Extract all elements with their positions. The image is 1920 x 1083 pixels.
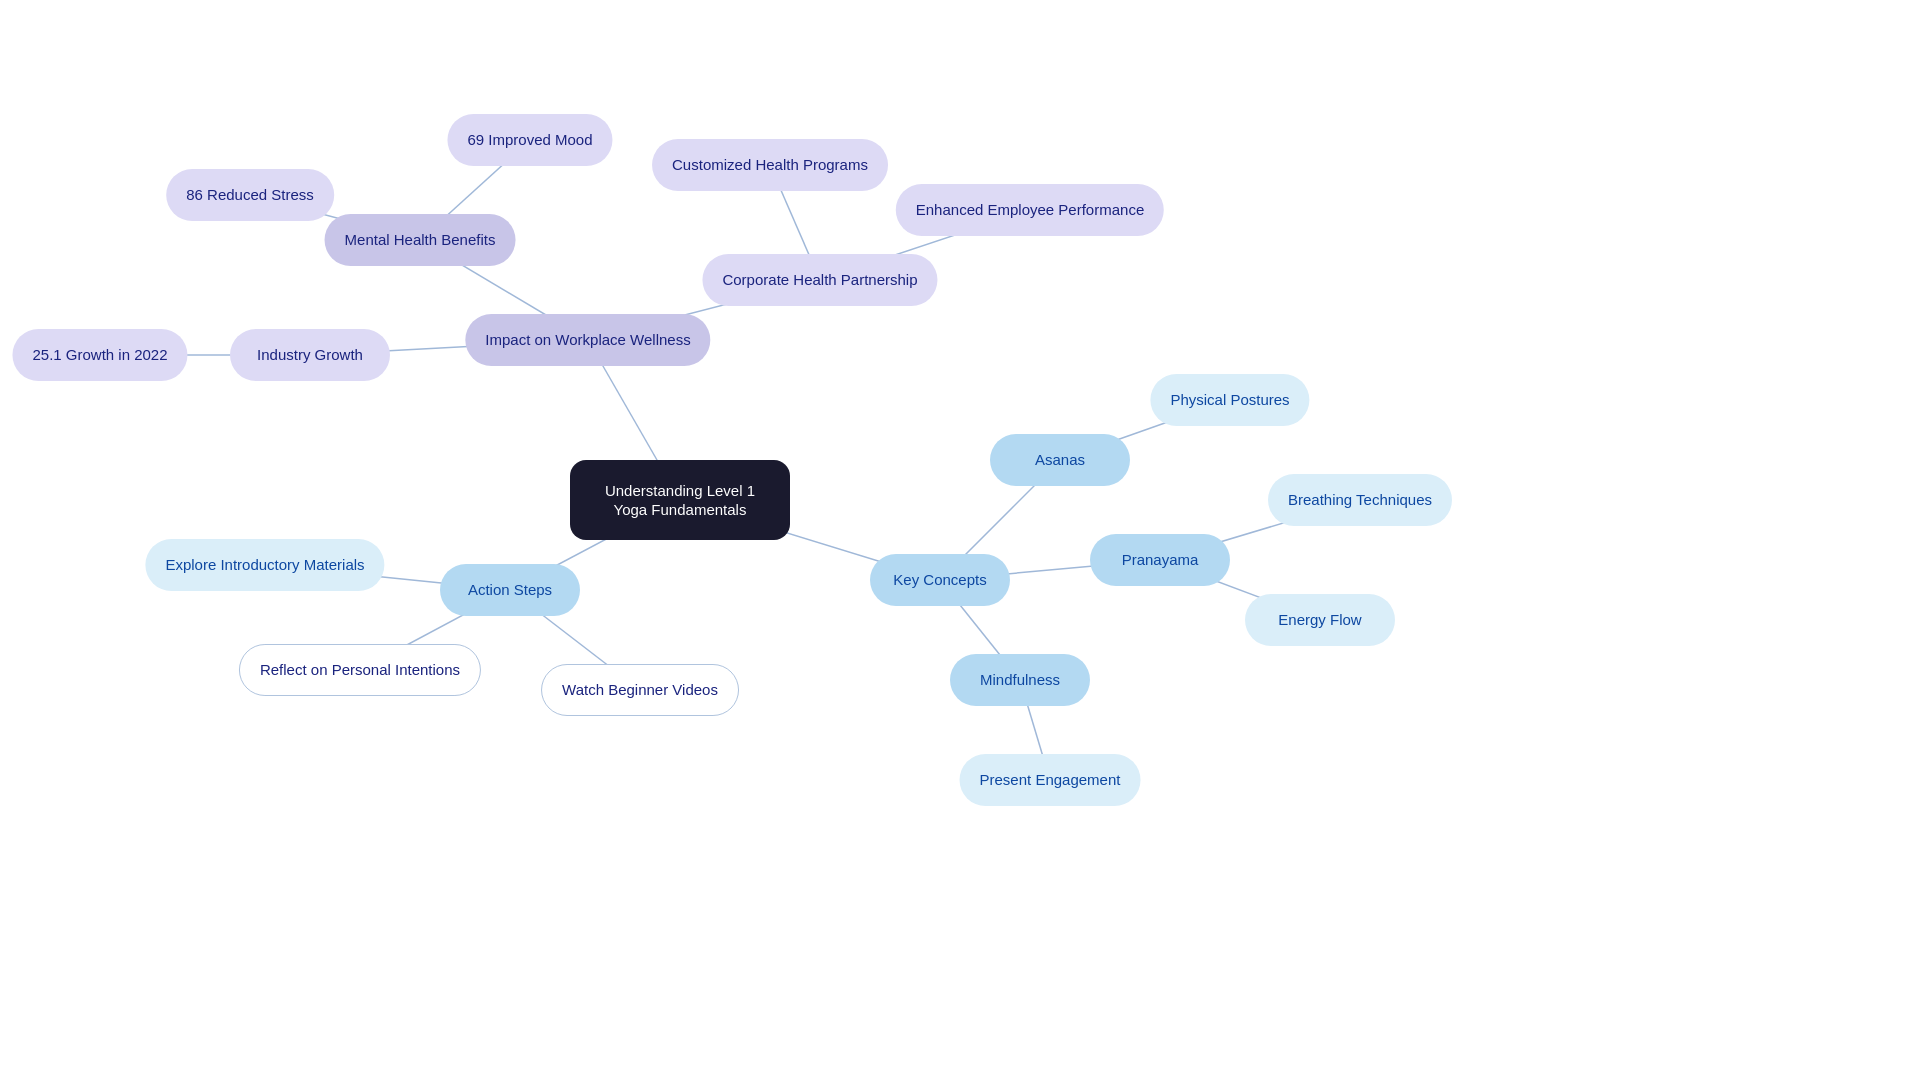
- node-customized-programs[interactable]: Customized Health Programs: [652, 139, 888, 191]
- node-reduced-stress[interactable]: 86 Reduced Stress: [166, 169, 334, 221]
- node-key-concepts[interactable]: Key Concepts: [870, 554, 1010, 606]
- node-impact-workplace[interactable]: Impact on Workplace Wellness: [465, 314, 710, 366]
- node-industry-growth[interactable]: Industry Growth: [230, 329, 390, 381]
- node-label-industry-growth: Industry Growth: [237, 333, 383, 377]
- node-label-pranayama: Pranayama: [1102, 538, 1219, 582]
- node-present-engagement[interactable]: Present Engagement: [960, 754, 1141, 806]
- node-label-impact-workplace: Impact on Workplace Wellness: [465, 318, 710, 362]
- node-label-asanas: Asanas: [1015, 438, 1105, 482]
- node-label-breathing-techniques: Breathing Techniques: [1268, 478, 1452, 522]
- node-label-growth-2022: 25.1 Growth in 2022: [12, 333, 187, 377]
- node-label-customized-programs: Customized Health Programs: [652, 143, 888, 187]
- node-enhanced-employee[interactable]: Enhanced Employee Performance: [896, 184, 1164, 236]
- node-label-action-steps: Action Steps: [448, 568, 572, 612]
- node-asanas[interactable]: Asanas: [990, 434, 1130, 486]
- node-pranayama[interactable]: Pranayama: [1090, 534, 1230, 586]
- node-label-explore-materials: Explore Introductory Materials: [145, 543, 384, 587]
- node-label-energy-flow: Energy Flow: [1258, 598, 1381, 642]
- node-label-improved-mood: 69 Improved Mood: [447, 118, 612, 162]
- node-label-mental-health: Mental Health Benefits: [325, 218, 516, 262]
- node-corporate-health[interactable]: Corporate Health Partnership: [702, 254, 937, 306]
- node-label-mindfulness: Mindfulness: [960, 658, 1080, 702]
- node-label-enhanced-employee: Enhanced Employee Performance: [896, 188, 1164, 232]
- node-reflect-intentions[interactable]: Reflect on Personal Intentions: [239, 644, 481, 696]
- node-improved-mood[interactable]: 69 Improved Mood: [447, 114, 612, 166]
- node-label-watch-videos: Watch Beginner Videos: [542, 668, 738, 712]
- node-growth-2022[interactable]: 25.1 Growth in 2022: [12, 329, 187, 381]
- node-explore-materials[interactable]: Explore Introductory Materials: [145, 539, 384, 591]
- node-physical-postures[interactable]: Physical Postures: [1150, 374, 1309, 426]
- node-label-reflect-intentions: Reflect on Personal Intentions: [240, 648, 480, 692]
- node-mindfulness[interactable]: Mindfulness: [950, 654, 1090, 706]
- node-watch-videos[interactable]: Watch Beginner Videos: [541, 664, 739, 716]
- node-label-present-engagement: Present Engagement: [960, 758, 1141, 802]
- node-mental-health[interactable]: Mental Health Benefits: [325, 214, 516, 266]
- mindmap-container: Understanding Level 1 Yoga Fundamentals I…: [0, 0, 1920, 1083]
- central-node-label: Understanding Level 1 Yoga Fundamentals: [570, 469, 790, 532]
- central-node[interactable]: Understanding Level 1 Yoga Fundamentals: [570, 460, 790, 540]
- node-label-key-concepts: Key Concepts: [873, 558, 1006, 602]
- node-action-steps[interactable]: Action Steps: [440, 564, 580, 616]
- node-label-reduced-stress: 86 Reduced Stress: [166, 173, 334, 217]
- node-breathing-techniques[interactable]: Breathing Techniques: [1268, 474, 1452, 526]
- node-label-physical-postures: Physical Postures: [1150, 378, 1309, 422]
- node-label-corporate-health: Corporate Health Partnership: [702, 258, 937, 302]
- node-energy-flow[interactable]: Energy Flow: [1245, 594, 1395, 646]
